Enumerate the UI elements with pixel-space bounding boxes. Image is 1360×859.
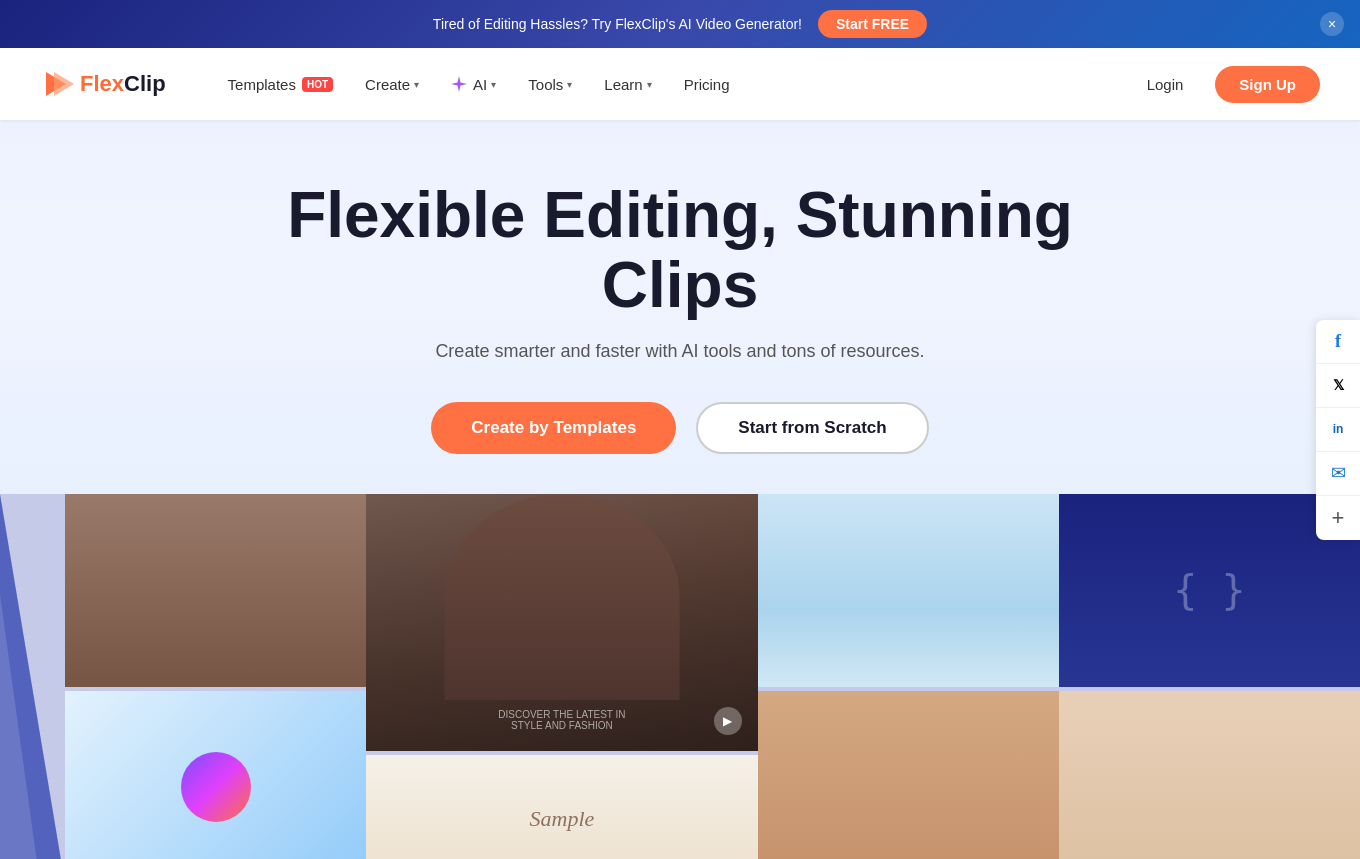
gallery-card-sample: Sample [366,755,758,859]
gallery-card-portrait [65,494,366,687]
hero-title: Flexible Editing, Stunning Clips [230,180,1130,321]
learn-chevron-icon: ▾ [647,79,652,90]
gallery-card-tech: { } ■ ■ ■ [1059,494,1360,687]
nav-item-learn[interactable]: Learn ▾ [590,68,665,101]
learn-label: Learn [604,76,642,93]
social-email-button[interactable]: ✉ [1316,452,1360,496]
templates-label: Templates [228,76,296,93]
create-templates-button[interactable]: Create by Templates [431,402,676,454]
linkedin-icon: in [1333,422,1344,436]
social-linkedin-button[interactable]: in [1316,408,1360,452]
nav-item-create[interactable]: Create ▾ [351,68,433,101]
gallery-col-1 [65,494,366,859]
ai-chevron-icon: ▾ [491,79,496,90]
gallery-col-2: ✦ FASHIONJOURNEY DISCOVER THE LATEST INS… [366,494,758,859]
logo-text: FlexClip [80,71,166,97]
gallery-card-blur [1059,691,1360,859]
logo-link[interactable]: FlexClip [40,66,166,102]
banner-cta-button[interactable]: Start FREE [818,10,927,38]
hero-section: Flexible Editing, Stunning Clips Create … [0,120,1360,494]
start-scratch-button[interactable]: Start from Scratch [696,402,928,454]
gallery-section: ✦ FASHIONJOURNEY DISCOVER THE LATEST INS… [0,494,1360,859]
social-twitter-button[interactable]: 𝕏 [1316,364,1360,408]
hot-badge: HOT [302,77,333,92]
nav-actions: Login Sign Up [1131,66,1320,103]
gallery-col-4: { } ■ ■ ■ [1059,494,1360,859]
signup-button[interactable]: Sign Up [1215,66,1320,103]
hero-subtitle: Create smarter and faster with AI tools … [435,341,924,362]
social-share-bar: f 𝕏 in ✉ + [1316,320,1360,540]
ai-label: AI [473,76,487,93]
login-button[interactable]: Login [1131,68,1200,101]
more-icon: + [1332,505,1345,531]
gallery-col-3 [758,494,1059,859]
top-banner: Tired of Editing Hassles? Try FlexClip's… [0,0,1360,48]
create-label: Create [365,76,410,93]
ai-sparkle-icon [451,76,467,92]
gallery-grid: ✦ FASHIONJOURNEY DISCOVER THE LATEST INS… [0,494,1360,859]
nav-item-pricing[interactable]: Pricing [670,68,744,101]
create-chevron-icon: ▾ [414,79,419,90]
nav-items: Templates HOT Create ▾ AI ▾ Tools ▾ Lear… [214,68,1131,101]
gallery-card-light-blue [65,691,366,859]
facebook-icon: f [1335,331,1341,352]
tools-chevron-icon: ▾ [567,79,572,90]
sample-text: Sample [530,806,595,832]
gallery-card-dark-portrait [758,691,1059,859]
social-facebook-button[interactable]: f [1316,320,1360,364]
email-icon: ✉ [1331,462,1346,484]
svg-marker-1 [54,72,74,96]
banner-close-button[interactable]: × [1320,12,1344,36]
logo-icon [40,66,76,102]
pricing-label: Pricing [684,76,730,93]
gallery-card-fashion: ✦ FASHIONJOURNEY DISCOVER THE LATEST INS… [366,494,758,751]
hero-buttons: Create by Templates Start from Scratch [431,402,928,454]
navbar: FlexClip Templates HOT Create ▾ AI ▾ Too… [0,48,1360,120]
nav-item-tools[interactable]: Tools ▾ [514,68,586,101]
tools-label: Tools [528,76,563,93]
banner-text: Tired of Editing Hassles? Try FlexClip's… [433,16,802,32]
nav-item-ai[interactable]: AI ▾ [437,68,510,101]
social-more-button[interactable]: + [1316,496,1360,540]
nav-item-templates[interactable]: Templates HOT [214,68,347,101]
gallery-card-sky [758,494,1059,687]
twitter-icon: 𝕏 [1333,377,1344,393]
